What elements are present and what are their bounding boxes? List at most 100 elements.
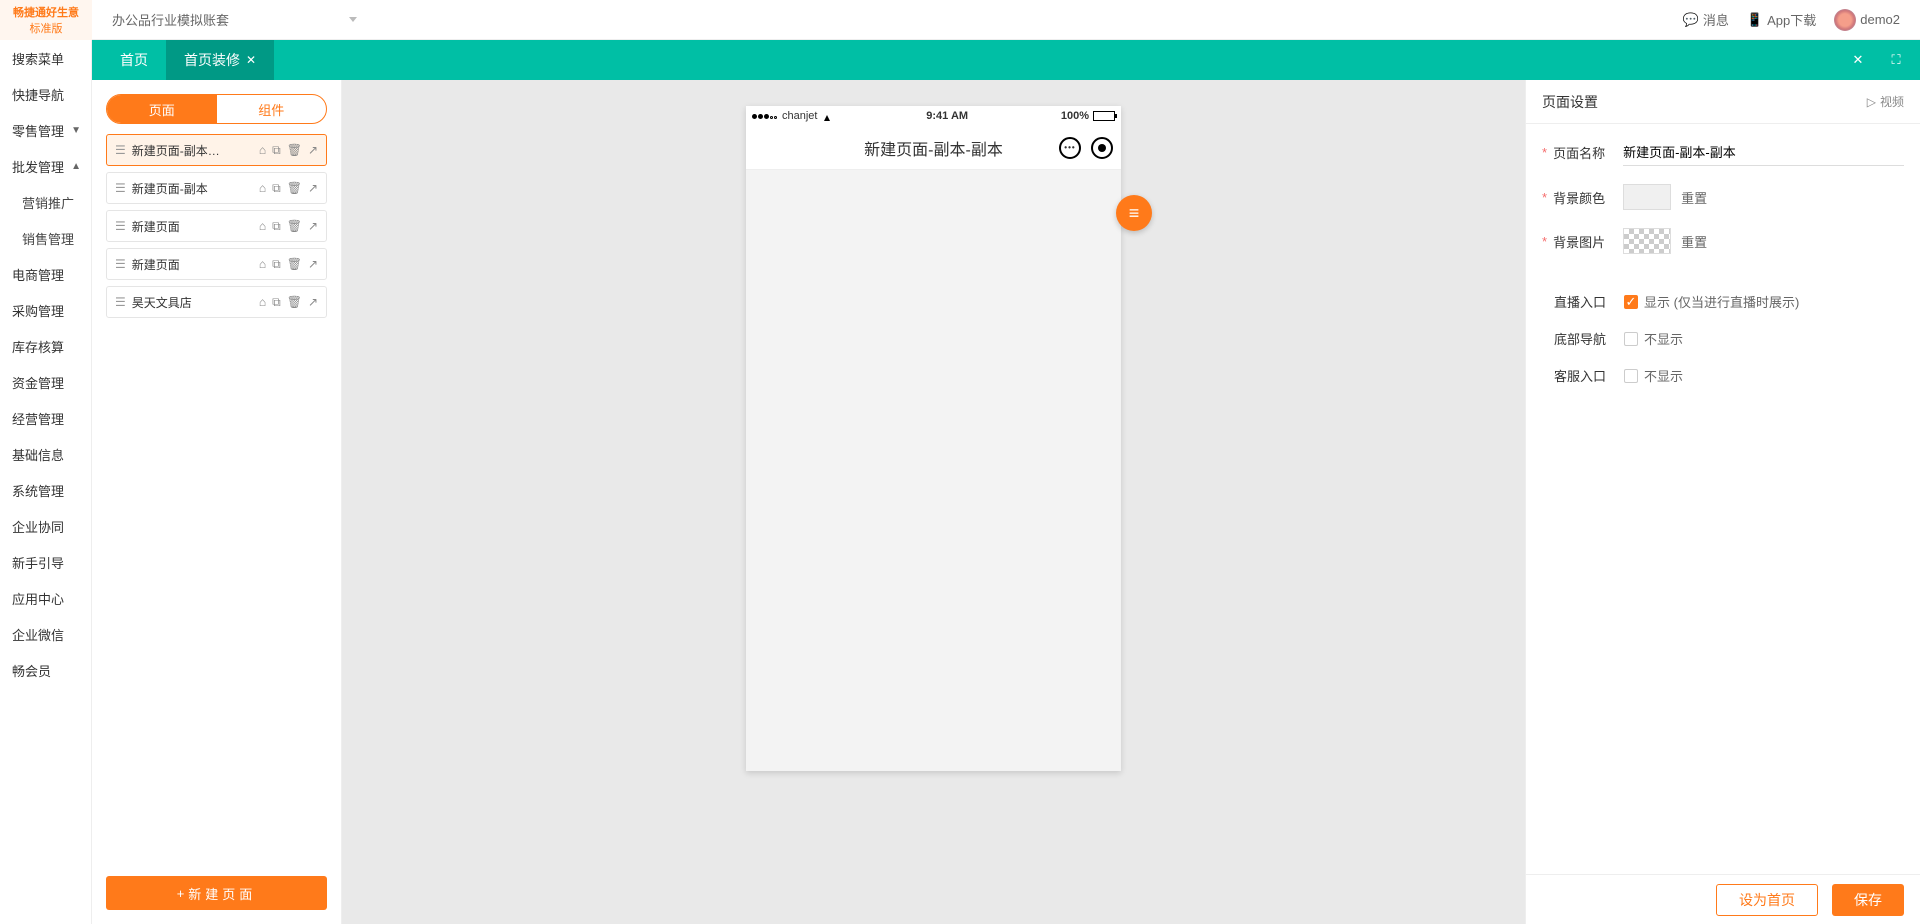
sidebar-item[interactable]: 库存核算 (0, 328, 91, 364)
delete-icon[interactable]: 🗑 (287, 295, 302, 310)
phone-title: 新建页面-副本-副本 (864, 136, 1003, 160)
bgcolor-reset-button[interactable]: 重置 (1681, 188, 1707, 207)
home-icon[interactable]: ⌂ (259, 295, 266, 310)
sidebar-item[interactable]: 基础信息 (0, 436, 91, 472)
tab[interactable]: 首页 (102, 40, 166, 80)
page-list-item[interactable]: ☰ 昊天文具店⌂ ⧉ 🗑 ↗ (106, 286, 327, 318)
sidebar-item[interactable]: 零售管理▼ (0, 112, 91, 148)
service-entry-checkbox[interactable] (1624, 369, 1638, 383)
sidebar-item[interactable]: 批发管理▲ (0, 148, 91, 184)
delete-icon[interactable]: 🗑 (287, 257, 302, 272)
drag-handle-icon[interactable]: ☰ (115, 181, 126, 195)
page-item-name: 昊天文具店 (132, 294, 259, 311)
drag-handle-icon[interactable]: ☰ (115, 295, 126, 309)
messages-label: 消息 (1703, 10, 1729, 29)
save-button[interactable]: 保存 (1832, 884, 1904, 916)
drag-handle-icon[interactable]: ☰ (115, 257, 126, 271)
page-item-name: 新建页面 (132, 256, 259, 273)
target-icon[interactable] (1091, 137, 1113, 159)
brand-logo: 畅捷通好生意 标准版 (0, 0, 92, 40)
phone-body[interactable] (746, 170, 1121, 771)
user-menu[interactable]: demo2 (1834, 9, 1900, 31)
sidebar-item[interactable]: 快捷导航 (0, 76, 91, 112)
pages-segmented-control: 页面 组件 (106, 94, 327, 124)
phone-preview: chanjet 9:41 AM 100% 新建页面-副本-副本 (746, 106, 1121, 771)
sidebar-item[interactable]: 电商管理 (0, 256, 91, 292)
account-selector[interactable]: 办公品行业模拟账套 (112, 10, 357, 29)
home-icon[interactable]: ⌂ (259, 181, 266, 196)
set-home-button[interactable]: 设为首页 (1716, 884, 1818, 916)
carrier-label: chanjet (782, 110, 817, 122)
hamburger-fab[interactable]: ≡ (1116, 195, 1152, 231)
seg-component[interactable]: 组件 (217, 95, 327, 123)
more-icon[interactable]: ••• (1059, 137, 1081, 159)
page-list-item[interactable]: ☰新建页面⌂⧉🗑↗ (106, 210, 327, 242)
page-list: ☰新建页面-副本…⌂⧉🗑↗☰新建页面-副本⌂⧉🗑↗☰新建页面⌂⧉🗑↗☰新建页面⌂… (92, 134, 341, 862)
share-icon[interactable]: ↗ (308, 295, 318, 310)
copy-icon[interactable]: ⧉ (272, 295, 281, 310)
sidebar-subitem[interactable]: 销售管理 (0, 220, 91, 256)
page-list-item[interactable]: ☰ 新建页面⌂ ⧉ 🗑 ↗ (106, 248, 327, 280)
page-list-item[interactable]: ☰ 新建页面-副本⌂ ⧉ 🗑 ↗ (106, 172, 327, 204)
sidebar-subitem[interactable]: 营销推广 (0, 184, 91, 220)
delete-icon[interactable]: 🗑 (287, 143, 302, 158)
video-help-button[interactable]: ▷ 视频 (1867, 93, 1904, 110)
page-name-label: 页面名称 (1553, 143, 1623, 162)
drag-handle-icon[interactable]: ☰ (115, 219, 126, 233)
home-icon[interactable]: ⌂ (259, 257, 266, 272)
home-icon[interactable]: ⌂ (259, 219, 266, 234)
sidebar-item[interactable]: 畅会员 (0, 652, 91, 688)
seg-page[interactable]: 页面 (107, 95, 217, 123)
bgimg-swatch[interactable] (1623, 228, 1671, 254)
delete-icon[interactable]: 🗑 (287, 219, 302, 234)
bgcolor-label: 背景颜色 (1553, 188, 1623, 207)
sidebar-item[interactable]: 经营管理 (0, 400, 91, 436)
close-icon[interactable]: ✕ (246, 53, 256, 67)
sidebar-item[interactable]: 新手引导 (0, 544, 91, 580)
bgimg-reset-button[interactable]: 重置 (1681, 232, 1707, 251)
messages-button[interactable]: 💬 消息 (1683, 10, 1729, 29)
new-page-button[interactable]: + 新建页面 (106, 876, 327, 910)
sidebar-item[interactable]: 应用中心 (0, 580, 91, 616)
share-icon[interactable]: ↗ (308, 181, 318, 196)
avatar (1834, 9, 1856, 31)
bottom-nav-checkbox[interactable] (1624, 332, 1638, 346)
caret-icon: ▼ (71, 125, 81, 136)
copy-icon[interactable]: ⧉ (272, 257, 281, 272)
copy-icon[interactable]: ⧉ (272, 181, 281, 196)
sidebar-item[interactable]: 企业协同 (0, 508, 91, 544)
close-tab-icon[interactable]: ✕ (1844, 46, 1872, 74)
app-download-button[interactable]: 📱 App下载 (1747, 10, 1816, 29)
tab-label: 首页装修 (184, 50, 240, 70)
sidebar-nav: 搜索菜单快捷导航零售管理▼批发管理▲营销推广销售管理电商管理采购管理库存核算资金… (0, 40, 92, 924)
fullscreen-icon[interactable]: ⛶ (1882, 46, 1910, 74)
sidebar-item[interactable]: 采购管理 (0, 292, 91, 328)
new-page-label: 新建页面 (188, 884, 256, 903)
sidebar-item[interactable]: 搜索菜单 (0, 40, 91, 76)
copy-icon[interactable]: ⧉ (272, 219, 281, 234)
bgcolor-swatch[interactable] (1623, 184, 1671, 210)
drag-handle-icon[interactable]: ☰ (115, 143, 126, 157)
battery-icon (1093, 111, 1115, 121)
copy-icon[interactable]: ⧉ (272, 143, 281, 158)
sidebar-item[interactable]: 系统管理 (0, 472, 91, 508)
required-icon: * (1542, 190, 1547, 205)
share-icon[interactable]: ↗ (308, 143, 318, 158)
delete-icon[interactable]: 🗑 (287, 181, 302, 196)
page-item-name: 新建页面-副本 (132, 180, 259, 197)
page-name-input[interactable] (1623, 138, 1904, 166)
video-label: 视频 (1880, 93, 1904, 110)
sidebar-item[interactable]: 资金管理 (0, 364, 91, 400)
live-entry-label: 直播入口 (1554, 292, 1624, 311)
bottom-nav-text: 不显示 (1644, 329, 1683, 348)
page-list-item[interactable]: ☰新建页面-副本…⌂⧉🗑↗ (106, 134, 327, 166)
live-entry-checkbox[interactable]: ✓ (1624, 295, 1638, 309)
home-icon[interactable]: ⌂ (259, 143, 266, 158)
phone-time: 9:41 AM (926, 110, 968, 122)
tab[interactable]: 首页装修 ✕ (166, 40, 274, 80)
share-icon[interactable]: ↗ (308, 257, 318, 272)
canvas: chanjet 9:41 AM 100% 新建页面-副本-副本 (342, 80, 1525, 924)
share-icon[interactable]: ↗ (308, 219, 318, 234)
sidebar-item[interactable]: 企业微信 (0, 616, 91, 652)
account-selector-label: 办公品行业模拟账套 (112, 10, 229, 29)
